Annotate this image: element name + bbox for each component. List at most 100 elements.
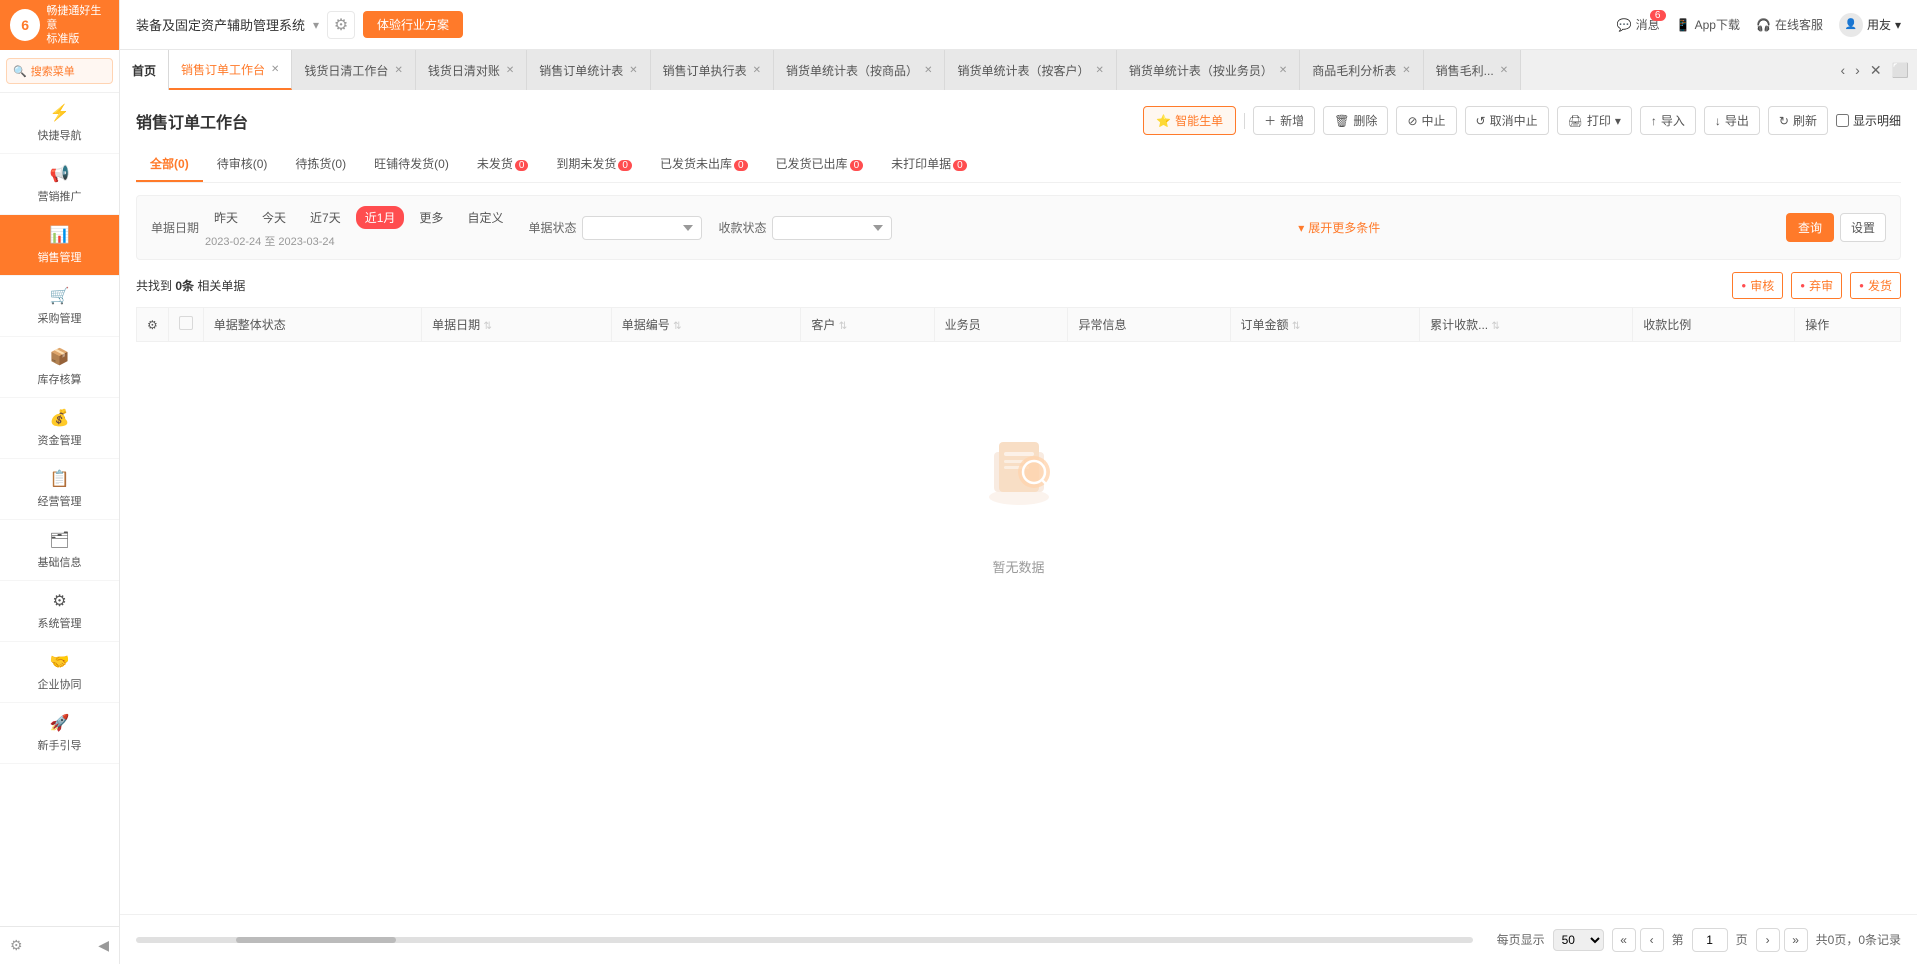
smart-create-btn[interactable]: ⭐ 智能生单 <box>1143 106 1236 135</box>
page-number-input[interactable] <box>1692 928 1728 952</box>
app-download-btn[interactable]: 📱 App下载 <box>1676 16 1740 33</box>
tab-close-cash-reconcile[interactable]: ✕ <box>506 65 514 76</box>
delete-btn[interactable]: 🗑 删除 <box>1323 106 1388 135</box>
export-btn[interactable]: ↓ 导出 <box>1704 106 1760 135</box>
tab-sales-staff[interactable]: 销货单统计表（按业务员） ✕ <box>1117 50 1300 90</box>
tab-close-sales-exec[interactable]: ✕ <box>753 65 761 76</box>
date-btn-yesterday[interactable]: 昨天 <box>205 206 247 229</box>
refresh-btn[interactable]: ↻ 刷新 <box>1768 106 1828 135</box>
next-page-btn[interactable]: › <box>1756 928 1780 952</box>
sub-tab-not-printed[interactable]: 未打印单据0 <box>877 147 981 182</box>
ship-btn[interactable]: ● 发货 <box>1850 272 1901 299</box>
header-row: ⚙ 单据整体状态 单据日期 <box>137 308 1901 342</box>
sidebar-settings-btn[interactable]: ⚙ <box>10 937 23 954</box>
user-info[interactable]: 👤 用友 ▾ <box>1839 13 1901 37</box>
sidebar-item-basic-info[interactable]: 🗂 基础信息 <box>0 520 119 581</box>
date-btn-1month[interactable]: 近1月 <box>356 206 405 229</box>
sub-tab-wangpu[interactable]: 旺铺待发货(0) <box>360 147 463 182</box>
inventory-icon: 📦 <box>50 347 70 367</box>
sidebar-item-finance[interactable]: 💰 资金管理 <box>0 398 119 459</box>
table-area: 共找到 0条 相关单据 ● 审核 ● 弃审 <box>136 272 1901 656</box>
sidebar-item-inventory[interactable]: 📦 库存核算 <box>0 337 119 398</box>
sidebar-item-guide[interactable]: 🚀 新手引导 <box>0 703 119 764</box>
sidebar-item-operations[interactable]: 📋 经营管理 <box>0 459 119 520</box>
date-btn-custom[interactable]: 自定义 <box>458 206 512 229</box>
sidebar-item-sales[interactable]: 📊 销售管理 <box>0 215 119 276</box>
query-btn[interactable]: 查询 <box>1786 213 1834 242</box>
sidebar-item-marketing[interactable]: 📢 营销推广 <box>0 154 119 215</box>
last-page-btn[interactable]: » <box>1784 928 1808 952</box>
date-btn-today[interactable]: 今天 <box>253 206 295 229</box>
sidebar-item-purchase[interactable]: 🛒 采购管理 <box>0 276 119 337</box>
import-btn[interactable]: ↑ 导入 <box>1640 106 1696 135</box>
system-dropdown-btn[interactable]: ▾ <box>313 18 319 32</box>
tab-home[interactable]: 首页 <box>120 50 169 90</box>
horizontal-scrollbar[interactable] <box>136 937 1473 943</box>
column-settings-icon[interactable]: ⚙ <box>147 318 158 332</box>
sort-number-icon[interactable]: ⇅ <box>673 321 681 332</box>
sub-tab-not-shipped[interactable]: 未发货0 <box>463 147 543 182</box>
cancel-review-btn[interactable]: ● 弃审 <box>1791 272 1842 299</box>
search-menu-button[interactable]: 🔍 搜索菜单 <box>6 58 113 84</box>
page-size-select[interactable]: 50 10 20 100 <box>1553 929 1604 951</box>
experience-btn[interactable]: 体验行业方案 <box>363 11 463 38</box>
tab-sales-customer[interactable]: 销货单统计表（按客户） ✕ <box>945 50 1116 90</box>
expand-filter-btn[interactable]: ▾ 展开更多条件 <box>1298 219 1380 236</box>
tab-sales-product[interactable]: 销货单统计表（按商品） ✕ <box>774 50 945 90</box>
sort-date-icon[interactable]: ⇅ <box>484 321 492 332</box>
tab-close-sales-more[interactable]: ✕ <box>1500 65 1508 76</box>
cancel-stop-btn[interactable]: ↺ 取消中止 <box>1465 106 1549 135</box>
tab-cash-daily[interactable]: 钱货日清工作台 ✕ <box>292 50 415 90</box>
sidebar-item-system[interactable]: ⚙ 系统管理 <box>0 581 119 642</box>
tabs-maximize[interactable]: ⬜ <box>1888 62 1913 79</box>
tab-close-sales-staff[interactable]: ✕ <box>1279 65 1287 76</box>
sidebar-item-cooperation[interactable]: 🤝 企业协同 <box>0 642 119 703</box>
tab-sales-stat[interactable]: 销售订单统计表 ✕ <box>527 50 650 90</box>
prev-page-btn[interactable]: ‹ <box>1640 928 1664 952</box>
sort-amount-icon[interactable]: ⇅ <box>1292 321 1300 332</box>
tab-close-sales-stat[interactable]: ✕ <box>629 65 637 76</box>
show-detail-checkbox[interactable] <box>1836 114 1849 127</box>
status-select[interactable] <box>582 216 702 240</box>
tab-close-sales-customer[interactable]: ✕ <box>1095 65 1103 76</box>
sub-tab-shipped-out[interactable]: 已发货已出库0 <box>762 147 878 182</box>
tab-close-cash-daily[interactable]: ✕ <box>394 65 402 76</box>
tab-cash-reconcile[interactable]: 钱货日清对账 ✕ <box>416 50 527 90</box>
message-btn[interactable]: 💬 消息 6 <box>1617 16 1660 33</box>
sidebar-item-quick-nav[interactable]: ⚡ 快捷导航 <box>0 93 119 154</box>
online-service-btn[interactable]: 🎧 在线客服 <box>1756 16 1823 33</box>
tab-close-sales-workbench[interactable]: ✕ <box>271 64 279 75</box>
payment-select[interactable] <box>772 216 892 240</box>
print-btn[interactable]: 🖨 打印 ▾ <box>1557 106 1632 135</box>
tab-close-sales-product[interactable]: ✕ <box>924 65 932 76</box>
tabs-close-all[interactable]: ✕ <box>1866 62 1886 79</box>
tab-close-product-margin[interactable]: ✕ <box>1402 65 1410 76</box>
tabs-nav-left[interactable]: ‹ <box>1836 62 1849 78</box>
date-btn-7days[interactable]: 近7天 <box>301 206 350 229</box>
tab-sales-workbench[interactable]: 销售订单工作台 ✕ <box>169 50 292 90</box>
show-detail-label[interactable]: 显示明细 <box>1836 112 1901 129</box>
tabs-nav-right[interactable]: › <box>1851 62 1864 78</box>
review-btn[interactable]: ● 审核 <box>1732 272 1783 299</box>
tab-sales-more[interactable]: 销售毛利... ✕ <box>1424 50 1521 90</box>
sub-tab-all[interactable]: 全部(0) <box>136 147 203 182</box>
sub-tab-shipped-not-out[interactable]: 已发货未出库0 <box>646 147 762 182</box>
select-all-checkbox[interactable] <box>179 316 193 330</box>
payment-filter: 收款状态 <box>718 216 892 240</box>
sidebar-collapse-btn[interactable]: ◀ <box>98 937 109 954</box>
tab-sales-exec[interactable]: 销售订单执行表 ✕ <box>651 50 774 90</box>
sub-tab-pending-check[interactable]: 待拣货(0) <box>281 147 360 182</box>
first-page-btn[interactable]: « <box>1612 928 1636 952</box>
sub-tab-overdue[interactable]: 到期未发货0 <box>542 147 646 182</box>
sort-customer-icon[interactable]: ⇅ <box>839 321 847 332</box>
pagination-total: 共0页，0条记录 <box>1816 931 1901 948</box>
add-btn[interactable]: ＋ 新增 <box>1253 106 1315 135</box>
stop-btn[interactable]: ⊘ 中止 <box>1396 106 1456 135</box>
tab-product-margin[interactable]: 商品毛利分析表 ✕ <box>1300 50 1423 90</box>
sub-tab-pending-review[interactable]: 待审核(0) <box>203 147 282 182</box>
sort-collected-icon[interactable]: ⇅ <box>1491 321 1499 332</box>
basic-info-icon: 🗂 <box>49 530 69 550</box>
filter-settings-btn[interactable]: 设置 <box>1840 213 1886 242</box>
settings-btn[interactable]: ⚙ <box>327 11 355 39</box>
date-btn-more[interactable]: 更多 <box>410 206 452 229</box>
